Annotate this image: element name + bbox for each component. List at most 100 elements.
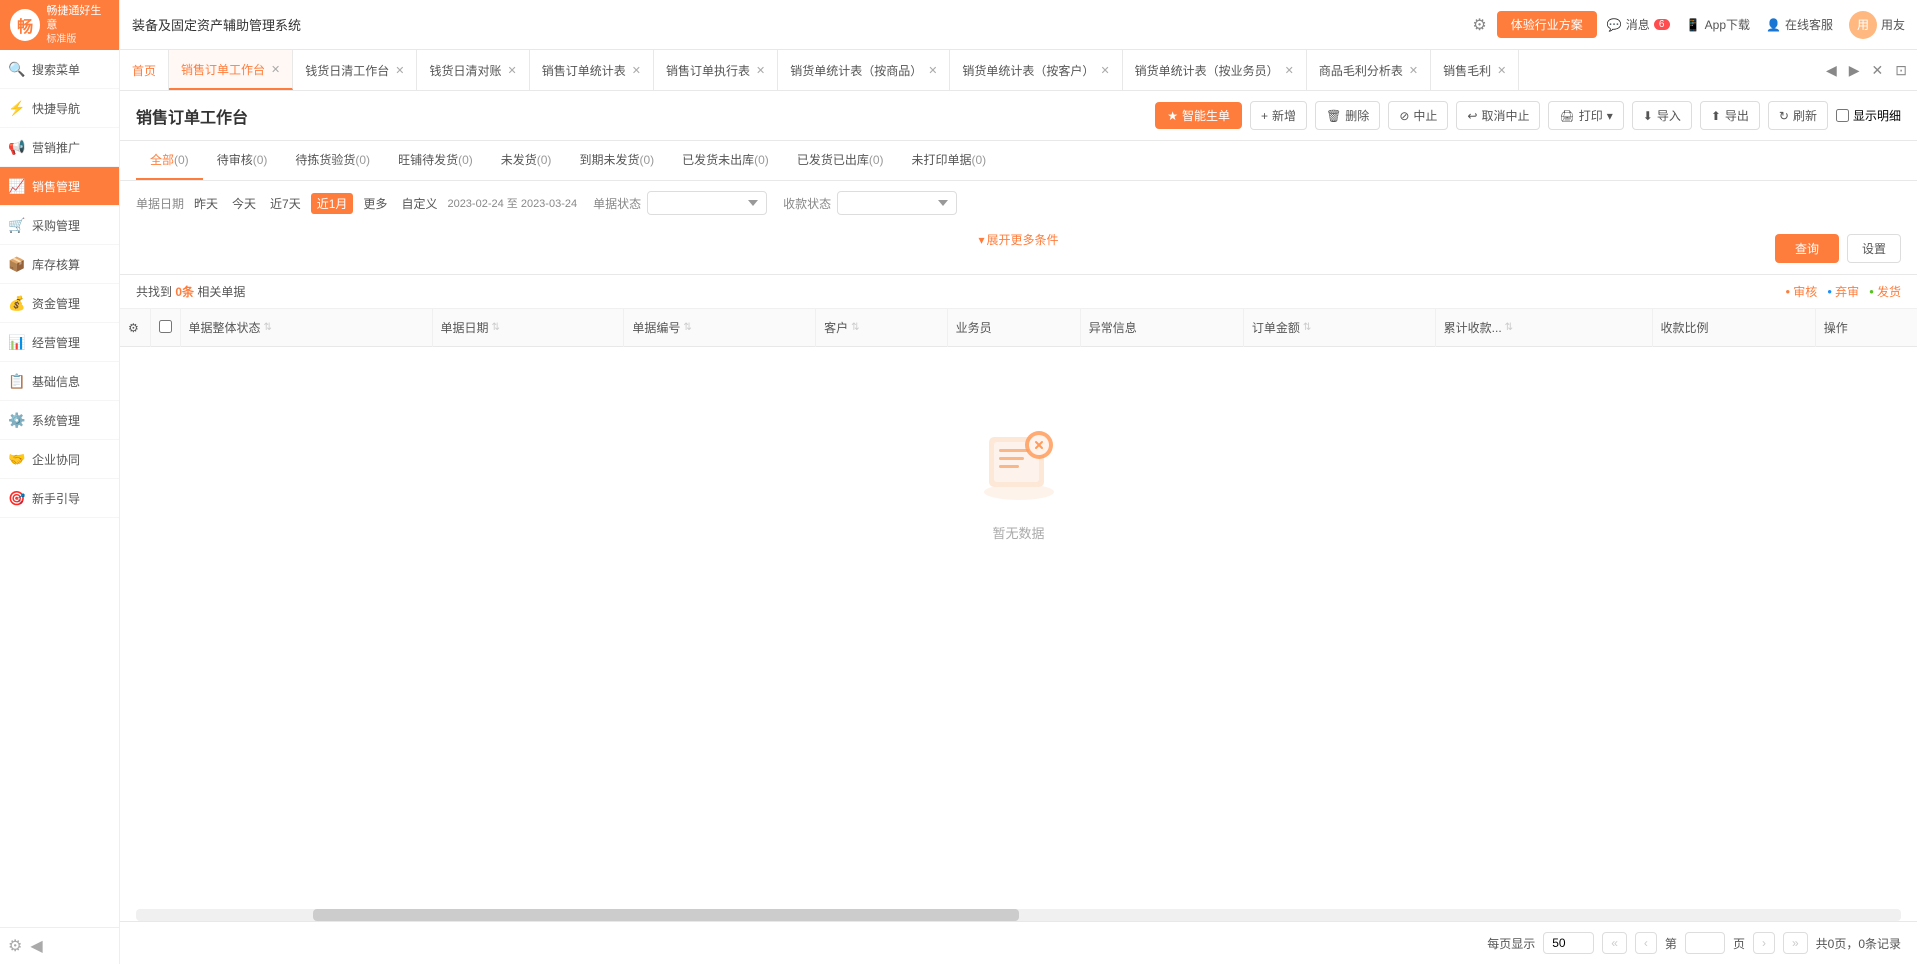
first-page-btn[interactable]: «	[1602, 932, 1627, 954]
topbar-user[interactable]: 用 用友	[1849, 11, 1905, 39]
sidebar-item-资金管理[interactable]: 💰资金管理	[0, 284, 119, 323]
topbar-online-service[interactable]: 👤 在线客服	[1766, 16, 1833, 33]
th-date-sort[interactable]: 单据日期⇅	[441, 319, 616, 336]
page-size-select[interactable]: 10 20 50 100	[1543, 932, 1594, 954]
sidebar-settings-icon[interactable]: ⚙	[8, 936, 22, 956]
tab-close-1[interactable]: ✕	[271, 63, 280, 76]
sub-tab-1[interactable]: 待审核(0)	[203, 141, 282, 180]
select-all-checkbox[interactable]	[159, 320, 172, 333]
horizontal-scroll[interactable]	[136, 909, 1901, 921]
refresh-btn[interactable]: ↻ 刷新	[1768, 101, 1828, 130]
tab-close-6[interactable]: ✕	[928, 64, 937, 77]
tab-4[interactable]: 销售订单统计表✕	[530, 50, 654, 90]
th-amount-sort[interactable]: 订单金额⇅	[1252, 319, 1427, 336]
sub-tab-2[interactable]: 待拣货验货(0)	[281, 141, 384, 180]
sidebar-collapse-icon[interactable]: ◀	[30, 936, 42, 956]
delete-btn[interactable]: 🗑 删除	[1315, 101, 1380, 130]
tab-close-5[interactable]: ✕	[756, 64, 765, 77]
tab-8[interactable]: 销货单统计表（按业务员）✕	[1123, 50, 1307, 90]
tab-close-7[interactable]: ✕	[1100, 64, 1109, 77]
sidebar-item-系统管理[interactable]: ⚙️系统管理	[0, 401, 119, 440]
scroll-thumb[interactable]	[313, 909, 1019, 921]
tab-close-3[interactable]: ✕	[508, 64, 517, 77]
sub-tab-6[interactable]: 已发货未出库(0)	[668, 141, 783, 180]
topbar-settings-icon[interactable]: ⚙	[1472, 15, 1486, 35]
sub-tab-4[interactable]: 未发货(0)	[487, 141, 566, 180]
tab-0[interactable]: 首页	[120, 50, 169, 90]
date-option-1[interactable]: 今天	[228, 193, 260, 214]
tab-5[interactable]: 销售订单执行表✕	[654, 50, 778, 90]
tab-10[interactable]: 销售毛利✕	[1431, 50, 1519, 90]
tabs-close-all-btn[interactable]: ✕	[1868, 60, 1888, 81]
smart-btn[interactable]: ★ 智能生单	[1155, 102, 1242, 129]
th-collected-sort[interactable]: 累计收款...⇅	[1444, 319, 1644, 336]
filter-setting-btn[interactable]: 设置	[1847, 234, 1901, 263]
tabs-expand-btn[interactable]: ⊡	[1891, 60, 1911, 81]
th-checkbox[interactable]	[150, 309, 180, 347]
date-option-0[interactable]: 昨天	[190, 193, 222, 214]
sidebar-item-营销推广[interactable]: 📢营销推广	[0, 128, 119, 167]
sidebar-item-采购管理[interactable]: 🛒采购管理	[0, 206, 119, 245]
status-select[interactable]	[647, 191, 767, 215]
table-action-弃审[interactable]: 弃审	[1827, 283, 1859, 300]
tab-7[interactable]: 销货单统计表（按客户）✕	[950, 50, 1122, 90]
page-input[interactable]: 1	[1685, 932, 1725, 954]
date-option-5[interactable]: 自定义	[397, 193, 441, 214]
tab-close-10[interactable]: ✕	[1497, 64, 1506, 77]
tab-3[interactable]: 钱货日清对账✕	[417, 50, 529, 90]
industry-btn[interactable]: 体验行业方案	[1497, 11, 1597, 38]
tab-close-8[interactable]: ✕	[1285, 64, 1294, 77]
import-btn[interactable]: ⬇ 导入	[1632, 101, 1692, 130]
tab-close-2[interactable]: ✕	[395, 64, 404, 77]
tabs-prev-btn[interactable]: ◀	[1822, 60, 1841, 81]
show-detail-checkbox-area[interactable]: 显示明细	[1836, 107, 1901, 124]
tab-1[interactable]: 销售订单工作台✕	[169, 50, 293, 90]
date-option-4[interactable]: 更多	[359, 193, 391, 214]
tabs-next-btn[interactable]: ▶	[1845, 60, 1864, 81]
cancel-suspend-btn[interactable]: ↩ 取消中止	[1456, 101, 1540, 130]
table-action-发货[interactable]: 发货	[1869, 283, 1901, 300]
tab-close-4[interactable]: ✕	[632, 64, 641, 77]
sub-tab-3[interactable]: 旺铺待发货(0)	[384, 141, 487, 180]
sidebar-item-经营管理[interactable]: 📊经营管理	[0, 323, 119, 362]
th-status-sort[interactable]: 单据整体状态⇅	[189, 319, 424, 336]
tab-9[interactable]: 商品毛利分析表✕	[1307, 50, 1431, 90]
tab-6[interactable]: 销货单统计表（按商品）✕	[778, 50, 950, 90]
suspend-btn[interactable]: ⊘ 中止	[1388, 101, 1448, 130]
payment-select[interactable]	[837, 191, 957, 215]
sidebar-item-搜索菜单[interactable]: 🔍搜索菜单	[0, 50, 119, 89]
sub-tab-5[interactable]: 到期未发货(0)	[565, 141, 668, 180]
sidebar-item-基础信息[interactable]: 📋基础信息	[0, 362, 119, 401]
sidebar-item-库存核算[interactable]: 📦库存核算	[0, 245, 119, 284]
nav-label-1: 快捷导航	[32, 100, 80, 117]
topbar-app-download[interactable]: 📱 App下载	[1686, 16, 1750, 33]
table-action-审核[interactable]: 审核	[1785, 283, 1817, 300]
filter-right: 查询 设置	[1775, 234, 1901, 263]
tab-close-9[interactable]: ✕	[1409, 64, 1418, 77]
topbar-messages[interactable]: 💬 消息 6	[1607, 16, 1670, 33]
date-option-2[interactable]: 近7天	[266, 193, 305, 214]
export-btn[interactable]: ⬆ 导出	[1700, 101, 1760, 130]
print-btn[interactable]: 🖨 打印 ▾	[1548, 101, 1623, 130]
sidebar-item-企业协同[interactable]: 🤝企业协同	[0, 440, 119, 479]
user-avatar: 用	[1849, 11, 1877, 39]
show-detail-checkbox[interactable]	[1836, 109, 1849, 122]
th-customer-sort[interactable]: 客户⇅	[824, 319, 939, 336]
sidebar-item-销售管理[interactable]: 📈销售管理	[0, 167, 119, 206]
query-btn[interactable]: 查询	[1775, 234, 1839, 263]
tab-2[interactable]: 钱货日清工作台✕	[293, 50, 417, 90]
th-settings[interactable]: ⚙	[120, 309, 150, 347]
expand-btn[interactable]: ▾ 展开更多条件	[978, 231, 1058, 248]
sidebar-item-新手引导[interactable]: 🎯新手引导	[0, 479, 119, 518]
print-dropdown-icon: ▾	[1607, 109, 1613, 123]
th-number-sort[interactable]: 单据编号⇅	[632, 319, 807, 336]
add-btn[interactable]: + 新增	[1250, 101, 1307, 130]
sub-tab-0[interactable]: 全部(0)	[136, 141, 203, 180]
sub-tab-8[interactable]: 未打印单据(0)	[898, 141, 1001, 180]
sub-tab-7[interactable]: 已发货已出库(0)	[783, 141, 898, 180]
prev-page-btn[interactable]: ‹	[1635, 932, 1657, 954]
date-option-3[interactable]: 近1月	[311, 193, 354, 214]
last-page-btn[interactable]: »	[1783, 932, 1808, 954]
next-page-btn[interactable]: ›	[1753, 932, 1775, 954]
sidebar-item-快捷导航[interactable]: ⚡快捷导航	[0, 89, 119, 128]
